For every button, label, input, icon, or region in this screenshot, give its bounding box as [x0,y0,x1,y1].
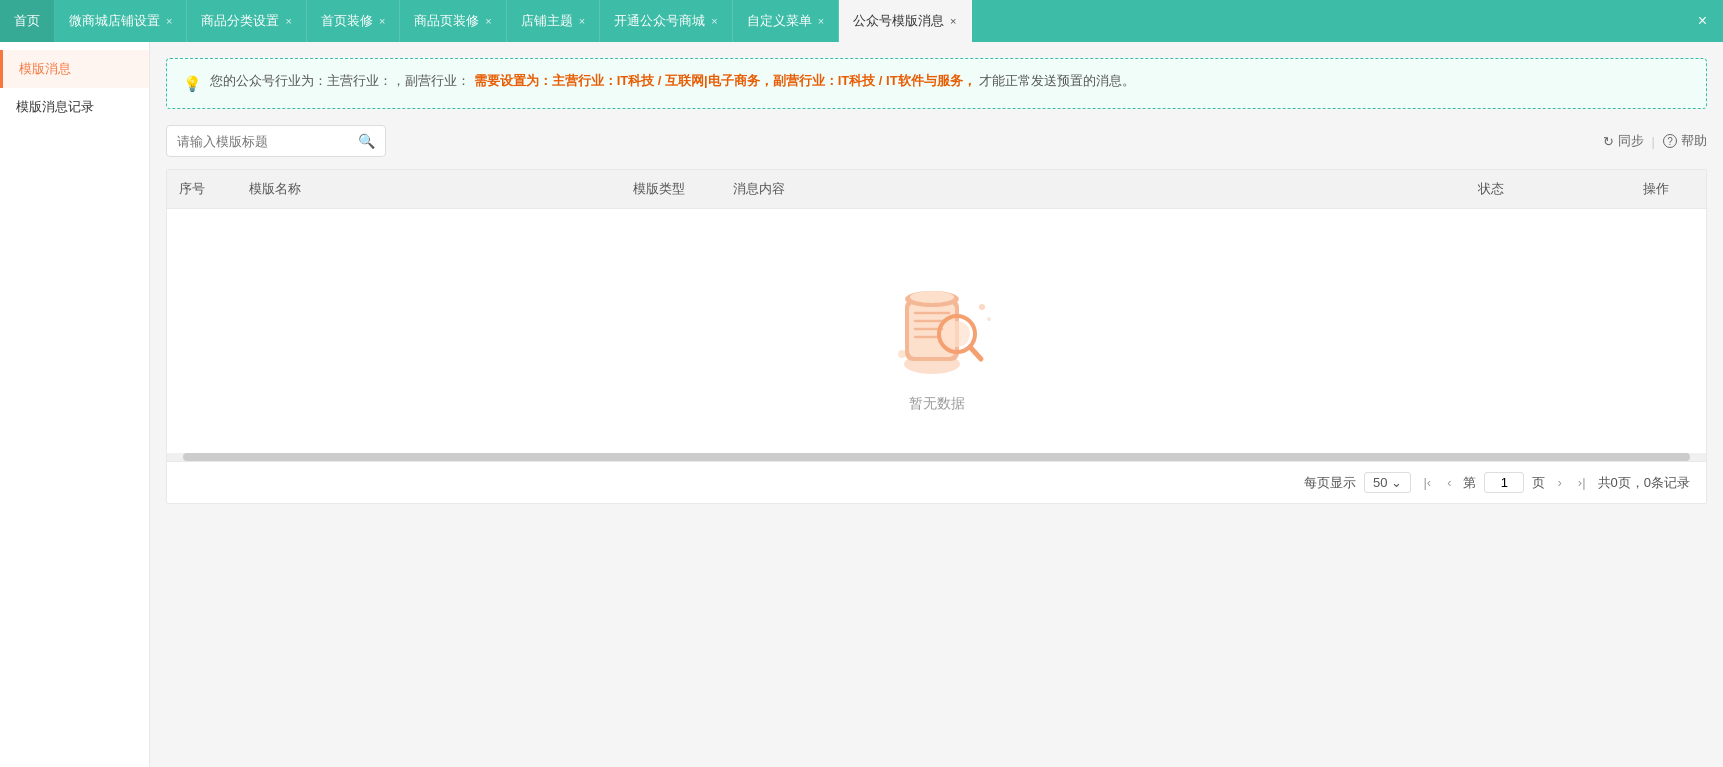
prev-page-button[interactable]: ‹ [1443,473,1455,492]
svg-point-14 [898,350,906,358]
tab-homepage-label: 首页装修 [321,12,373,30]
tab-category[interactable]: 商品分类设置 × [187,0,306,42]
toolbar-right: ↻ 同步 | ? 帮助 [1603,132,1707,150]
page-size-value: 50 [1373,475,1387,490]
tab-templatemsg-label: 公众号模版消息 [853,12,944,30]
tab-mall-label: 开通公众号商城 [614,12,705,30]
notice-box: 💡 您的公众号行业为：主营行业：，副营行业： 需要设置为：主营行业：IT科技 /… [166,58,1707,109]
help-icon: ? [1663,134,1677,148]
table-container: 序号 模版名称 模版类型 消息内容 状态 操作 [166,169,1707,504]
tab-weshop-label: 微商城店铺设置 [69,12,160,30]
sync-button[interactable]: ↻ 同步 [1603,132,1644,150]
close-all-button[interactable]: × [1682,12,1723,30]
main-layout: 模版消息 模版消息记录 💡 您的公众号行业为：主营行业：，副营行业： 需要设置为… [0,42,1723,767]
sidebar: 模版消息 模版消息记录 [0,42,150,767]
notice-icon: 💡 [183,72,202,96]
search-box: 🔍 [166,125,386,157]
notice-highlight: 需要设置为：主营行业：IT科技 / 互联网|电子商务，副营行业：IT科技 / I… [474,73,976,88]
tab-product-label: 商品页装修 [414,12,479,30]
di-label: 第 [1463,474,1476,492]
tab-custommenu-close[interactable]: × [818,15,824,27]
last-page-button[interactable]: ›| [1574,473,1590,492]
svg-point-13 [987,317,991,321]
th-action: 操作 [1606,170,1706,208]
next-page-button[interactable]: › [1553,473,1565,492]
page-size-select[interactable]: 50 ⌄ [1364,472,1411,493]
page-size-label: 每页显示 [1304,474,1356,492]
tab-homepage[interactable]: 首页装修 × [307,0,400,42]
svg-line-11 [970,347,981,359]
sidebar-item-templatelog-label: 模版消息记录 [16,99,94,114]
tab-product-close[interactable]: × [485,15,491,27]
tab-custommenu[interactable]: 自定义菜单 × [733,0,839,42]
th-content: 消息内容 [721,170,1466,208]
tab-templatemsg[interactable]: 公众号模版消息 × [839,0,971,42]
sync-icon: ↻ [1603,134,1614,149]
tab-category-close[interactable]: × [285,15,291,27]
tab-weshop[interactable]: 微商城店铺设置 × [55,0,187,42]
empty-illustration [877,269,997,379]
th-seq: 序号 [167,170,237,208]
page-number-input[interactable] [1484,472,1524,493]
svg-point-10 [944,321,970,347]
toolbar: 🔍 ↻ 同步 | ? 帮助 [166,125,1707,157]
table-header: 序号 模版名称 模版类型 消息内容 状态 操作 [167,170,1706,209]
tab-mall[interactable]: 开通公众号商城 × [600,0,732,42]
tab-category-label: 商品分类设置 [201,12,279,30]
notice-text: 您的公众号行业为：主营行业：，副营行业： 需要设置为：主营行业：IT科技 / 互… [210,71,1135,92]
tab-templatemsg-close[interactable]: × [950,15,956,27]
tab-theme-close[interactable]: × [579,15,585,27]
content-area: 💡 您的公众号行业为：主营行业：，副营行业： 需要设置为：主营行业：IT科技 /… [150,42,1723,767]
top-nav: 首页 微商城店铺设置 × 商品分类设置 × 首页装修 × 商品页装修 × 店铺主… [0,0,1723,42]
th-status: 状态 [1466,170,1606,208]
tab-theme-label: 店铺主题 [521,12,573,30]
pagination: 每页显示 50 ⌄ |‹ ‹ 第 页 › ›| 共0页，0条记录 [167,461,1706,503]
help-button[interactable]: ? 帮助 [1663,132,1707,150]
total-info: 共0页，0条记录 [1598,474,1690,492]
tab-custommenu-label: 自定义菜单 [747,12,812,30]
tab-weshop-close[interactable]: × [166,15,172,27]
sidebar-item-template-label: 模版消息 [19,61,71,76]
tab-mall-close[interactable]: × [711,15,717,27]
toolbar-divider: | [1652,134,1655,149]
sidebar-item-template[interactable]: 模版消息 [0,50,149,88]
tab-home-label: 首页 [14,12,40,30]
scrollbar-thumb[interactable] [183,453,1690,461]
empty-text: 暂无数据 [909,395,965,413]
sidebar-item-templatelog[interactable]: 模版消息记录 [0,88,149,126]
page-unit: 页 [1532,474,1545,492]
tab-theme[interactable]: 店铺主题 × [507,0,600,42]
svg-point-12 [979,304,985,310]
tab-product[interactable]: 商品页装修 × [400,0,506,42]
tab-home[interactable]: 首页 [0,0,55,42]
th-name: 模版名称 [237,170,621,208]
svg-point-8 [910,291,954,303]
help-label: 帮助 [1681,132,1707,150]
chevron-down-icon: ⌄ [1391,475,1402,490]
empty-state: 暂无数据 [167,209,1706,453]
notice-prefix: 您的公众号行业为：主营行业：，副营行业： [210,73,470,88]
horizontal-scrollbar[interactable] [167,453,1706,461]
search-icon[interactable]: 🔍 [358,133,375,149]
notice-suffix: 才能正常发送预置的消息。 [979,73,1135,88]
first-page-button[interactable]: |‹ [1419,473,1435,492]
tab-homepage-close[interactable]: × [379,15,385,27]
search-input[interactable] [177,134,358,149]
sync-label: 同步 [1618,132,1644,150]
th-type: 模版类型 [621,170,721,208]
